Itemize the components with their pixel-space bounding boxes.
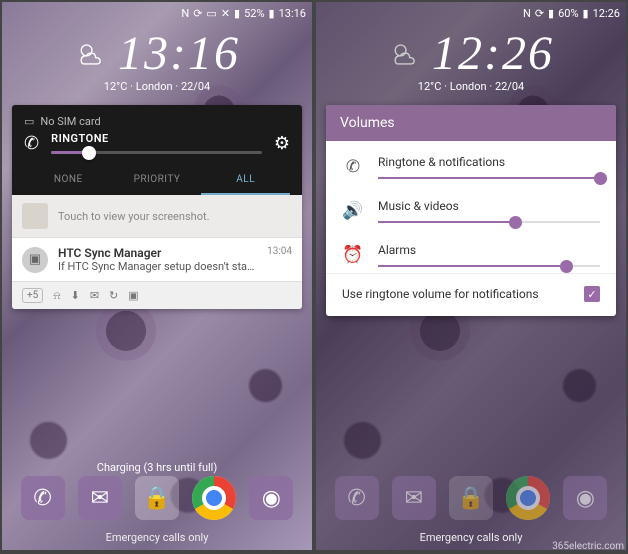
usb-icon: ⍾	[53, 289, 60, 303]
media-volume-slider[interactable]	[378, 221, 600, 223]
signal-icon: ▮	[548, 7, 554, 20]
tab-all[interactable]: ALL	[201, 166, 290, 195]
messages-app-icon[interactable]: ✉	[78, 476, 122, 520]
weather-partly-cloudy-icon	[388, 40, 424, 68]
nfc-icon: N	[523, 7, 531, 20]
signal-icon: ▮	[234, 7, 240, 20]
clock-time: 13:16	[118, 30, 240, 78]
speaker-icon: 🔊	[342, 201, 364, 221]
weather-partly-cloudy-icon	[74, 40, 110, 68]
picture-icon: ▣	[128, 289, 138, 302]
status-time: 12:26	[593, 7, 620, 20]
dock: ✆ ✉ 🔒 ◉	[2, 476, 312, 520]
phone-ring-icon: ✆	[24, 133, 39, 154]
nfc-icon: N	[181, 7, 189, 20]
link-volumes-row[interactable]: Use ringtone volume for notifications ✓	[326, 273, 616, 316]
ringtone-slider-thumb[interactable]	[82, 146, 96, 160]
phone-screenshot-right: N ⟳ ▮ 60% ▮ 12:26 12:26 12°C · London · …	[316, 2, 626, 550]
volumes-header: Volumes	[326, 105, 616, 141]
settings-gear-icon[interactable]: ⚙	[274, 133, 290, 154]
link-volumes-checkbox[interactable]: ✓	[584, 286, 600, 302]
lock-icon[interactable]: 🔒	[449, 476, 493, 520]
media-volume-row: 🔊 Music & videos	[326, 185, 616, 229]
slider-thumb[interactable]	[509, 216, 522, 229]
link-volumes-label: Use ringtone volume for notifications	[342, 287, 539, 301]
ringtone-volume-slider[interactable]	[378, 177, 600, 179]
phone-app-icon[interactable]: ✆	[21, 476, 65, 520]
ringtone-volume-label: Ringtone & notifications	[378, 155, 600, 169]
sd-icon: ▭	[206, 7, 216, 20]
interruption-tabs: NONE PRIORITY ALL	[24, 166, 290, 195]
weather-info: 12°C · London · 22/04	[316, 80, 626, 93]
ringtone-slider[interactable]	[51, 151, 262, 154]
sim-icon: ▭	[24, 115, 34, 128]
camera-app-icon[interactable]: ◉	[249, 476, 293, 520]
alarm-volume-row: ⏰ Alarms	[326, 229, 616, 273]
notification-footer[interactable]: +5 ⍾ ⬇ ✉ ↻ ▣	[12, 282, 302, 309]
slider-thumb[interactable]	[594, 172, 607, 185]
lock-icon[interactable]: 🔒	[135, 476, 179, 520]
status-bar: N ⟳ ▭ ✕ ▮ 52% ▮ 13:16	[2, 2, 312, 24]
ringtone-volume-row: ✆ Ringtone & notifications	[326, 141, 616, 185]
weather-info: 12°C · London · 22/04	[2, 80, 312, 93]
ringtone-label: RINGTONE	[51, 132, 262, 145]
mail-icon: ✉	[90, 289, 99, 302]
battery-icon: ▮	[269, 7, 275, 20]
phone-ring-icon: ✆	[342, 157, 364, 177]
media-volume-label: Music & videos	[378, 199, 600, 213]
notification-title: HTC Sync Manager	[58, 246, 257, 260]
messages-app-icon[interactable]: ✉	[392, 476, 436, 520]
no-signal-icon: ✕	[221, 7, 230, 20]
phone-app-icon[interactable]: ✆	[335, 476, 379, 520]
htc-sync-notification[interactable]: ▣ HTC Sync Manager If HTC Sync Manager s…	[12, 238, 302, 282]
screenshot-notification[interactable]: Touch to view your screenshot.	[12, 195, 302, 238]
battery-icon: ▮	[583, 7, 589, 20]
clock-widget[interactable]: 12:26 12°C · London · 22/04	[316, 24, 626, 97]
screenshot-thumb-icon	[22, 203, 48, 229]
chrome-app-icon[interactable]	[506, 476, 550, 520]
tab-priority[interactable]: PRIORITY	[113, 166, 202, 195]
clock-widget[interactable]: 13:16 12°C · London · 22/04	[2, 24, 312, 97]
dock: ✆ ✉ 🔒 ◉	[316, 476, 626, 520]
refresh-icon: ↻	[109, 289, 118, 302]
clock-time: 12:26	[432, 30, 554, 78]
slider-thumb[interactable]	[560, 260, 573, 273]
status-bar: N ⟳ ▮ 60% ▮ 12:26	[316, 2, 626, 24]
more-count[interactable]: +5	[22, 288, 43, 303]
camera-app-icon[interactable]: ◉	[563, 476, 607, 520]
notification-shade[interactable]: Touch to view your screenshot. ▣ HTC Syn…	[12, 195, 302, 309]
sync-app-icon: ▣	[22, 247, 48, 273]
chrome-app-icon[interactable]	[192, 476, 236, 520]
charging-status: Charging (3 hrs until full)	[2, 461, 312, 474]
volumes-panel: Volumes ✆ Ringtone & notifications 🔊 Mus…	[326, 105, 616, 316]
ringtone-panel: ▭ No SIM card ✆ RINGTONE ⚙ NONE PRIORITY…	[12, 105, 302, 195]
alarm-clock-icon: ⏰	[342, 245, 364, 265]
download-icon: ⬇	[71, 289, 80, 302]
battery-text: 60%	[558, 7, 578, 20]
status-time: 13:16	[279, 7, 306, 20]
sync-icon: ⟳	[535, 7, 544, 20]
phone-screenshot-left: N ⟳ ▭ ✕ ▮ 52% ▮ 13:16 13:16 12°C · Londo…	[2, 2, 312, 550]
notification-time: 13:04	[267, 246, 292, 257]
emergency-text[interactable]: Emergency calls only	[2, 531, 312, 544]
watermark: 365electric.com	[552, 541, 624, 552]
battery-text: 52%	[244, 7, 264, 20]
alarm-volume-slider[interactable]	[378, 265, 600, 267]
sync-icon: ⟳	[193, 7, 202, 20]
alarm-volume-label: Alarms	[378, 243, 600, 257]
notification-body: If HTC Sync Manager setup doesn't start …	[58, 260, 257, 273]
no-sim-row: ▭ No SIM card	[24, 115, 290, 128]
tab-none[interactable]: NONE	[24, 166, 113, 195]
